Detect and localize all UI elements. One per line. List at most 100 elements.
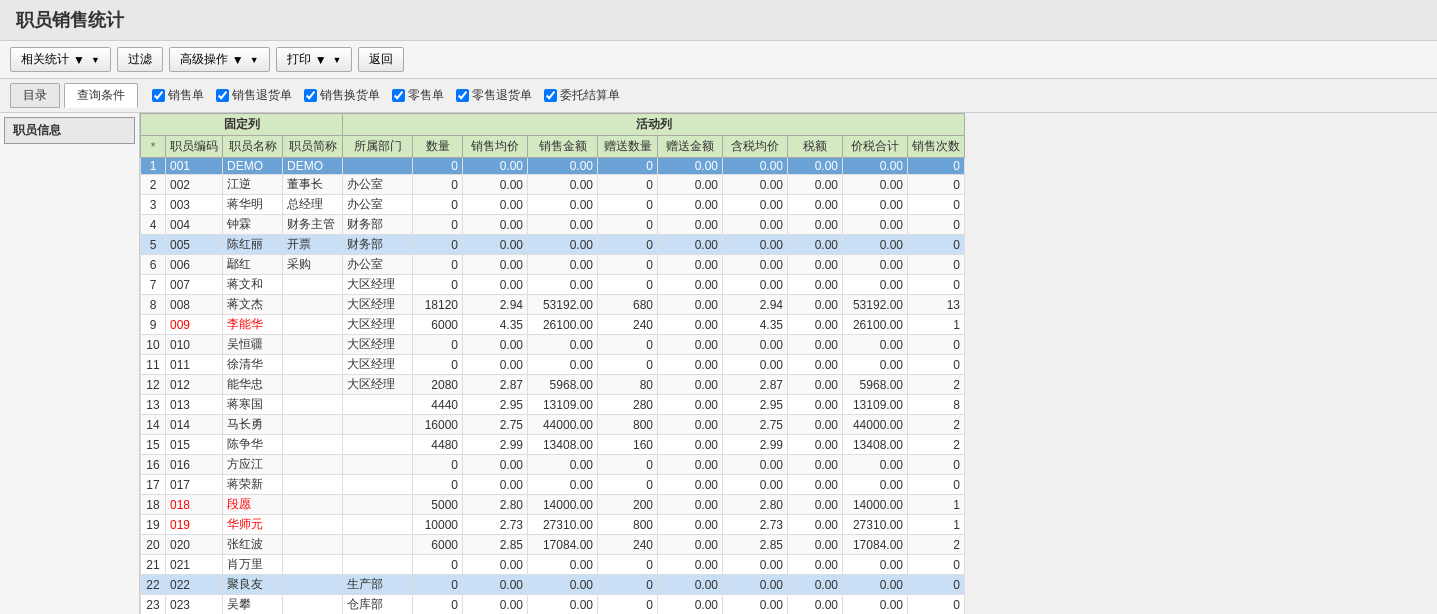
checkbox-sales-exchange[interactable]: 销售换货单 [304,87,380,104]
filter-button[interactable]: 过滤 [117,47,163,72]
row-sales-count: 0 [908,158,965,175]
sidebar-section-employee[interactable]: 职员信息 [4,117,135,144]
row-name: 李能华 [223,315,283,335]
table-row[interactable]: 6 006 鄢红 采购 办公室 0 0.00 0.00 0 0.00 0.00 … [141,255,965,275]
row-sales-amount: 0.00 [528,255,598,275]
row-total: 0.00 [843,575,908,595]
table-row[interactable]: 3 003 蒋华明 总经理 办公室 0 0.00 0.00 0 0.00 0.0… [141,195,965,215]
col-avg-price: 销售均价 [463,136,528,158]
table-wrapper[interactable]: 固定列 活动列 * 职员编码 职员名称 职员简称 所属部门 数量 销售均价 销售… [140,113,1437,614]
row-dept [343,475,413,495]
row-dept: 大区经理 [343,355,413,375]
row-total: 53192.00 [843,295,908,315]
row-tax-avg: 0.00 [723,555,788,575]
row-dept: 财务部 [343,235,413,255]
row-index: 5 [141,235,166,255]
row-tax: 0.00 [788,575,843,595]
table-row[interactable]: 19 019 华师元 10000 2.73 27310.00 800 0.00 … [141,515,965,535]
table-row[interactable]: 12 012 能华忠 大区经理 2080 2.87 5968.00 80 0.0… [141,375,965,395]
table-row[interactable]: 17 017 蒋荣新 0 0.00 0.00 0 0.00 0.00 0.00 … [141,475,965,495]
row-short-name: 财务主管 [283,215,343,235]
row-dept: 财务部 [343,215,413,235]
row-qty: 0 [413,235,463,255]
row-name: 鄢红 [223,255,283,275]
col-short-name: 职员简称 [283,136,343,158]
checkbox-sales-return[interactable]: 销售退货单 [216,87,292,104]
row-gift-qty: 0 [598,275,658,295]
table-row[interactable]: 15 015 陈争华 4480 2.99 13408.00 160 0.00 2… [141,435,965,455]
table-row[interactable]: 13 013 蒋寒国 4440 2.95 13109.00 280 0.00 2… [141,395,965,415]
row-gift-amount: 0.00 [658,535,723,555]
row-index: 16 [141,455,166,475]
table-row[interactable]: 5 005 陈红丽 开票 财务部 0 0.00 0.00 0 0.00 0.00… [141,235,965,255]
table-row[interactable]: 7 007 蒋文和 大区经理 0 0.00 0.00 0 0.00 0.00 0… [141,275,965,295]
related-stats-button[interactable]: 相关统计 ▼ [10,47,111,72]
row-qty: 0 [413,475,463,495]
row-name: 蒋文杰 [223,295,283,315]
table-row[interactable]: 2 002 江逆 董事长 办公室 0 0.00 0.00 0 0.00 0.00… [141,175,965,195]
table-row[interactable]: 18 018 段愿 5000 2.80 14000.00 200 0.00 2.… [141,495,965,515]
row-tax: 0.00 [788,455,843,475]
row-name: 蒋荣新 [223,475,283,495]
row-gift-amount: 0.00 [658,158,723,175]
table-row[interactable]: 16 016 方应江 0 0.00 0.00 0 0.00 0.00 0.00 … [141,455,965,475]
table-row[interactable]: 1 001 DEMO DEMO 0 0.00 0.00 0 0.00 0.00 … [141,158,965,175]
row-gift-qty: 200 [598,495,658,515]
checkbox-retail-return[interactable]: 零售退货单 [456,87,532,104]
row-name: 蒋寒国 [223,395,283,415]
row-index: 23 [141,595,166,615]
checkbox-sales-order[interactable]: 销售单 [152,87,204,104]
page-title: 职员销售统计 [16,8,1421,32]
table-row[interactable]: 20 020 张红波 6000 2.85 17084.00 240 0.00 2… [141,535,965,555]
row-gift-qty: 0 [598,255,658,275]
table-row[interactable]: 22 022 聚良友 生产部 0 0.00 0.00 0 0.00 0.00 0… [141,575,965,595]
table-row[interactable]: 8 008 蒋文杰 大区经理 18120 2.94 53192.00 680 0… [141,295,965,315]
row-short-name: 开票 [283,235,343,255]
row-total: 0.00 [843,335,908,355]
back-button[interactable]: 返回 [358,47,404,72]
table-row[interactable]: 23 023 吴攀 仓库部 0 0.00 0.00 0 0.00 0.00 0.… [141,595,965,615]
row-tax: 0.00 [788,158,843,175]
print-button[interactable]: 打印 ▼ [276,47,353,72]
row-code: 006 [166,255,223,275]
row-index: 10 [141,335,166,355]
checkbox-consignment[interactable]: 委托结算单 [544,87,620,104]
tab-query-conditions[interactable]: 查询条件 [64,83,138,108]
checkbox-retail-order[interactable]: 零售单 [392,87,444,104]
col-gift-amount: 赠送金额 [658,136,723,158]
row-tax: 0.00 [788,215,843,235]
row-gift-amount: 0.00 [658,275,723,295]
table-row[interactable]: 21 021 肖万里 0 0.00 0.00 0 0.00 0.00 0.00 … [141,555,965,575]
row-sales-amount: 13109.00 [528,395,598,415]
row-dept [343,435,413,455]
row-gift-qty: 0 [598,195,658,215]
row-gift-qty: 0 [598,475,658,495]
row-tax: 0.00 [788,415,843,435]
row-gift-amount: 0.00 [658,315,723,335]
row-gift-qty: 0 [598,575,658,595]
table-row[interactable]: 10 010 吴恒疆 大区经理 0 0.00 0.00 0 0.00 0.00 … [141,335,965,355]
table-row[interactable]: 9 009 李能华 大区经理 6000 4.35 26100.00 240 0.… [141,315,965,335]
table-row[interactable]: 14 014 马长勇 16000 2.75 44000.00 800 0.00 … [141,415,965,435]
col-tax-avg: 含税均价 [723,136,788,158]
table-row[interactable]: 4 004 钟霖 财务主管 财务部 0 0.00 0.00 0 0.00 0.0… [141,215,965,235]
row-short-name [283,275,343,295]
back-label: 返回 [369,51,393,68]
row-name: 段愿 [223,495,283,515]
row-index: 2 [141,175,166,195]
row-name: 徐清华 [223,355,283,375]
checkbox-group: 销售单 销售退货单 销售换货单 零售单 零售退货单 委托结算单 [152,87,620,104]
row-dept: 办公室 [343,195,413,215]
row-sales-count: 0 [908,575,965,595]
table-row[interactable]: 11 011 徐清华 大区经理 0 0.00 0.00 0 0.00 0.00 … [141,355,965,375]
tab-directory[interactable]: 目录 [10,83,60,108]
row-sales-count: 0 [908,275,965,295]
row-name: 方应江 [223,455,283,475]
row-sales-amount: 17084.00 [528,535,598,555]
row-name: 聚良友 [223,575,283,595]
row-avg-price: 0.00 [463,575,528,595]
col-code: 职员编码 [166,136,223,158]
row-total: 0.00 [843,215,908,235]
row-tax: 0.00 [788,315,843,335]
advanced-ops-button[interactable]: 高级操作 ▼ [169,47,270,72]
